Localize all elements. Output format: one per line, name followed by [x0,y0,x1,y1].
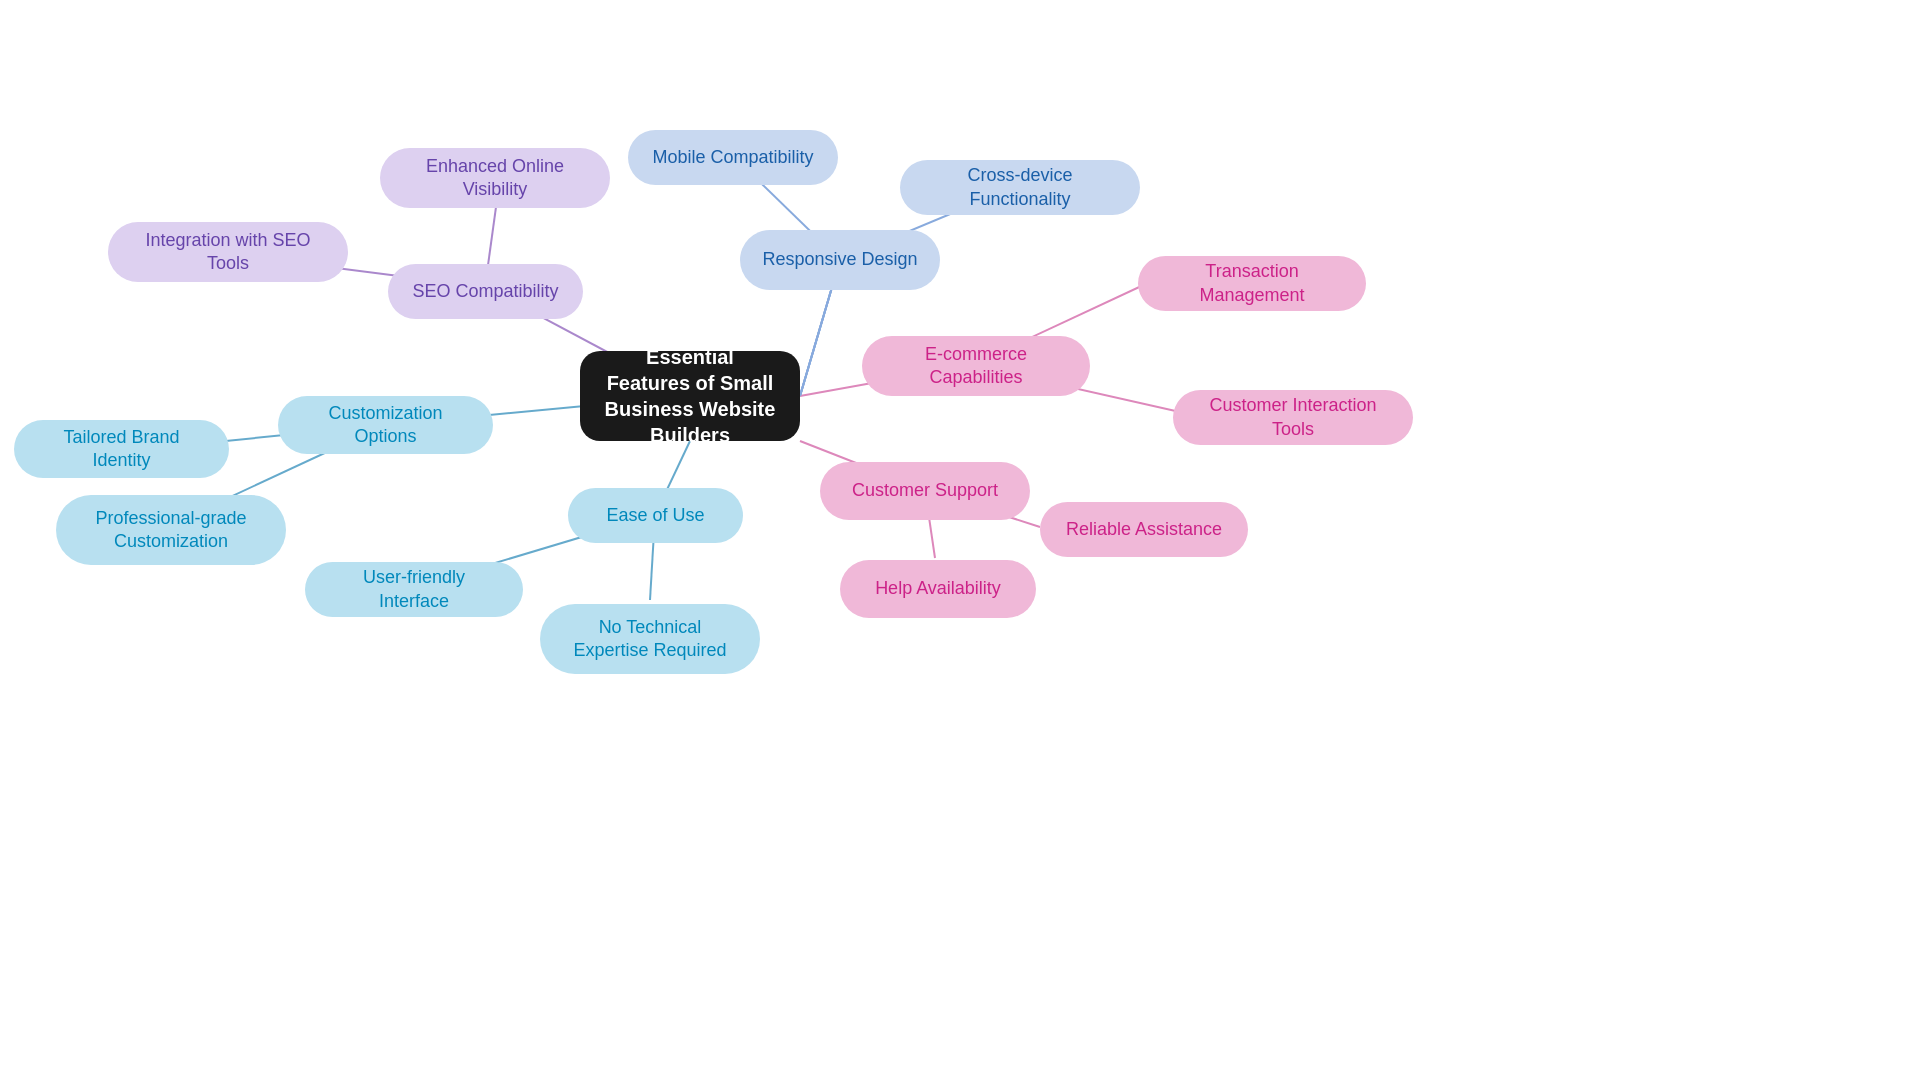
node-user-friendly: User-friendly Interface [305,562,523,617]
node-integration-seo: Integration with SEO Tools [108,222,348,282]
node-mobile-compatibility: Mobile Compatibility [628,130,838,185]
node-professional-grade: Professional-grade Customization [56,495,286,565]
node-responsive-design: Responsive Design [740,230,940,290]
node-help-availability: Help Availability [840,560,1036,618]
node-ecommerce: E-commerce Capabilities [862,336,1090,396]
node-enhanced-online: Enhanced Online Visibility [380,148,610,208]
node-customization-options: Customization Options [278,396,493,454]
center-node: Essential Features of Small Business Web… [580,351,800,441]
node-tailored-brand: Tailored Brand Identity [14,420,229,478]
node-customer-interaction: Customer Interaction Tools [1173,390,1413,445]
node-reliable-assistance: Reliable Assistance [1040,502,1248,557]
node-seo-compatibility: SEO Compatibility [388,264,583,319]
node-cross-device: Cross-device Functionality [900,160,1140,215]
node-customer-support: Customer Support [820,462,1030,520]
node-transaction: Transaction Management [1138,256,1366,311]
node-no-technical: No Technical Expertise Required [540,604,760,674]
node-ease-of-use: Ease of Use [568,488,743,543]
